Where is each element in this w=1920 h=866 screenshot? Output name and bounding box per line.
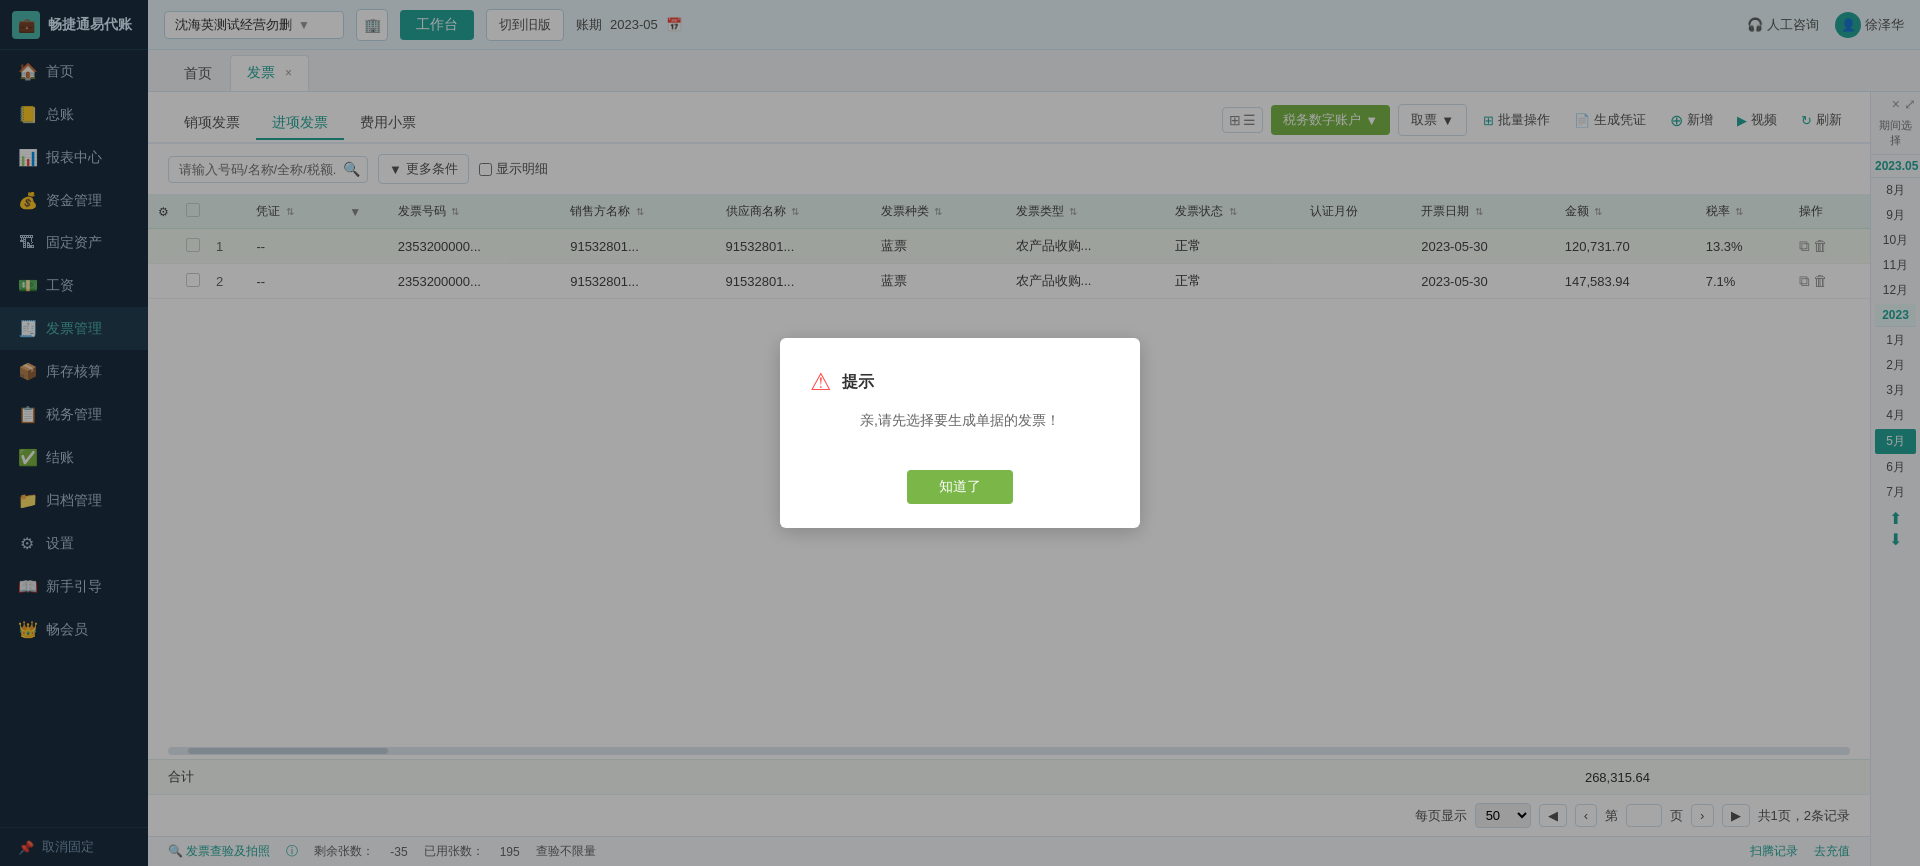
alert-dialog: ⚠ 提示 亲,请先选择要生成单据的发票！ 知道了 — [780, 338, 1140, 528]
dialog-ok-button[interactable]: 知道了 — [907, 470, 1013, 504]
dialog-footer: 知道了 — [780, 470, 1140, 528]
dialog-body: ⚠ 提示 亲,请先选择要生成单据的发票！ — [780, 338, 1140, 470]
dialog-title: 提示 — [842, 372, 874, 393]
dialog-header: ⚠ 提示 — [810, 368, 1110, 396]
warning-icon: ⚠ — [810, 368, 832, 396]
dialog-message: 亲,请先选择要生成单据的发票！ — [860, 412, 1060, 430]
dialog-overlay: ⚠ 提示 亲,请先选择要生成单据的发票！ 知道了 — [0, 0, 1920, 866]
